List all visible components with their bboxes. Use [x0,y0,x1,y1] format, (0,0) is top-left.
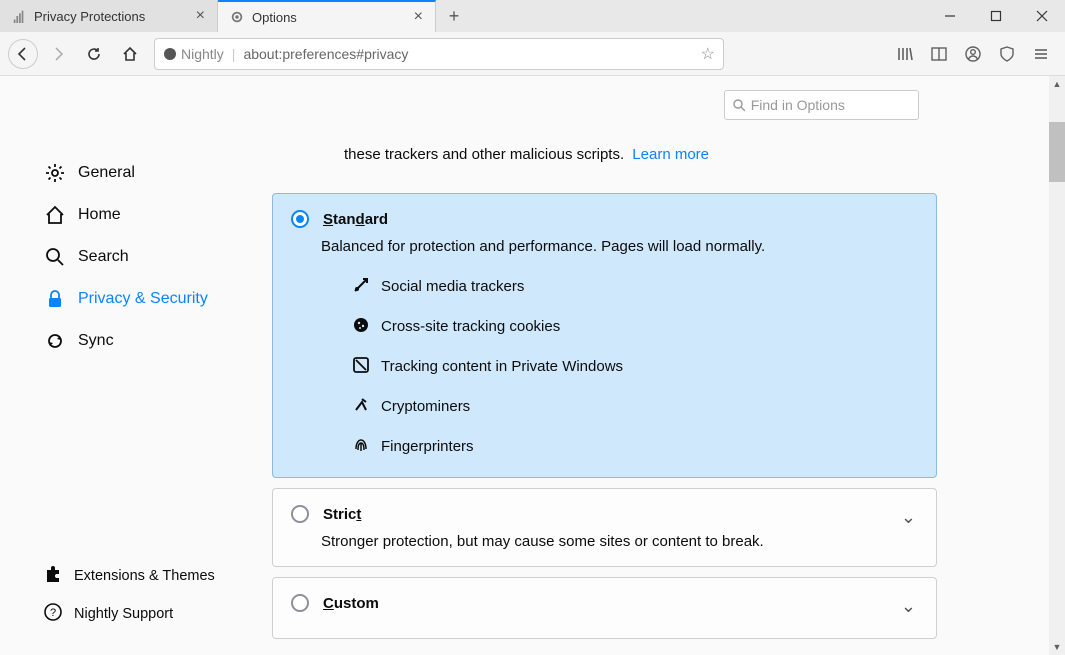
sync-icon [44,330,66,352]
firefox-icon [163,47,177,61]
sidebar-item-label: Nightly Support [74,606,173,622]
svg-text:?: ? [50,607,56,619]
panel-desc: Stronger protection, but may cause some … [321,533,918,550]
home-icon [44,204,66,226]
gear-icon [230,10,244,24]
account-icon[interactable] [957,38,989,70]
tab-options[interactable]: Options × [218,0,436,32]
close-icon[interactable]: × [196,7,205,25]
find-in-options[interactable] [724,90,919,120]
panel-title: Standard [323,211,388,228]
close-button[interactable] [1019,0,1065,32]
chevron-down-icon[interactable]: ⌄ [901,507,916,528]
tab-label: Privacy Protections [34,9,145,24]
protections-icon[interactable] [991,38,1023,70]
preferences-sidebar: General Home Search Privacy & Security S… [40,152,240,362]
help-icon: ? [44,603,62,625]
search-input[interactable] [751,97,910,113]
panel-desc: Balanced for protection and performance.… [321,238,918,255]
tracker-social: Social media trackers [353,277,918,295]
sidebar-item-label: Home [78,206,121,224]
sidebar-icon[interactable] [923,38,955,70]
titlebar: Privacy Protections × Options × + [0,0,1065,32]
bookmark-star-icon[interactable]: ☆ [701,44,715,64]
sidebar-bottom: Extensions & Themes ? Nightly Support [40,557,250,633]
content-icon [353,357,371,375]
url-bar[interactable]: Nightly | about:preferences#privacy ☆ [154,38,724,70]
brand-label: Nightly [181,46,224,62]
maximize-button[interactable] [973,0,1019,32]
lock-icon [44,288,66,310]
sidebar-item-general[interactable]: General [40,152,240,194]
tracker-fingerprint: Fingerprinters [353,437,918,455]
sidebar-item-search[interactable]: Search [40,236,240,278]
window-controls [927,0,1065,32]
sidebar-item-label: Search [78,248,129,266]
scroll-up-icon[interactable]: ▲ [1049,76,1065,92]
tracker-crypto: Cryptominers [353,397,918,415]
protection-panel-custom[interactable]: Custom ⌄ [272,577,937,639]
home-button[interactable] [114,38,146,70]
close-icon[interactable]: × [414,8,423,26]
scrollbar[interactable]: ▲ ▼ [1049,76,1065,655]
panel-title: Strict [323,506,361,523]
social-icon [353,277,371,295]
sidebar-item-label: General [78,164,135,182]
preferences-main: these trackers and other malicious scrip… [272,146,937,649]
new-tab-button[interactable]: + [436,0,472,32]
forward-button[interactable] [42,38,74,70]
sidebar-support[interactable]: ? Nightly Support [40,595,250,633]
tab-privacy-protections[interactable]: Privacy Protections × [0,0,218,32]
tab-label: Options [252,10,297,25]
search-icon [733,99,745,112]
protection-panel-strict[interactable]: Strict ⌄ Stronger protection, but may ca… [272,488,937,567]
preferences-content: General Home Search Privacy & Security S… [0,76,1049,655]
gear-icon [44,162,66,184]
menu-icon[interactable] [1025,38,1057,70]
sidebar-item-home[interactable]: Home [40,194,240,236]
learn-more-link[interactable]: Learn more [632,146,709,163]
tracker-list: Social media trackers Cross-site trackin… [353,277,918,455]
puzzle-icon [44,565,62,587]
cookie-icon [353,317,371,335]
tracker-cookies: Cross-site tracking cookies [353,317,918,335]
crypto-icon [353,397,371,415]
back-button[interactable] [8,39,38,69]
toolbar: Nightly | about:preferences#privacy ☆ [0,32,1065,76]
sidebar-extensions[interactable]: Extensions & Themes [40,557,250,595]
radio-custom[interactable] [291,594,309,612]
sidebar-item-label: Extensions & Themes [74,568,215,584]
sidebar-item-label: Privacy & Security [78,290,208,308]
fingerprint-icon [353,437,371,455]
identity-box[interactable]: Nightly [163,46,224,62]
sidebar-item-sync[interactable]: Sync [40,320,240,362]
scrollbar-thumb[interactable] [1049,122,1065,182]
radio-standard[interactable] [291,210,309,228]
search-icon [44,246,66,268]
tracker-content: Tracking content in Private Windows [353,357,918,375]
intro-text: these trackers and other malicious scrip… [272,146,937,163]
shield-icon [12,9,26,23]
sidebar-item-label: Sync [78,332,114,350]
radio-strict[interactable] [291,505,309,523]
library-icon[interactable] [889,38,921,70]
sidebar-item-privacy[interactable]: Privacy & Security [40,278,240,320]
scroll-down-icon[interactable]: ▼ [1049,639,1065,655]
panel-title: Custom [323,595,379,612]
protection-panel-standard[interactable]: Standard Balanced for protection and per… [272,193,937,478]
chevron-down-icon[interactable]: ⌄ [901,596,916,617]
reload-button[interactable] [78,38,110,70]
url-text: about:preferences#privacy [243,46,408,62]
minimize-button[interactable] [927,0,973,32]
